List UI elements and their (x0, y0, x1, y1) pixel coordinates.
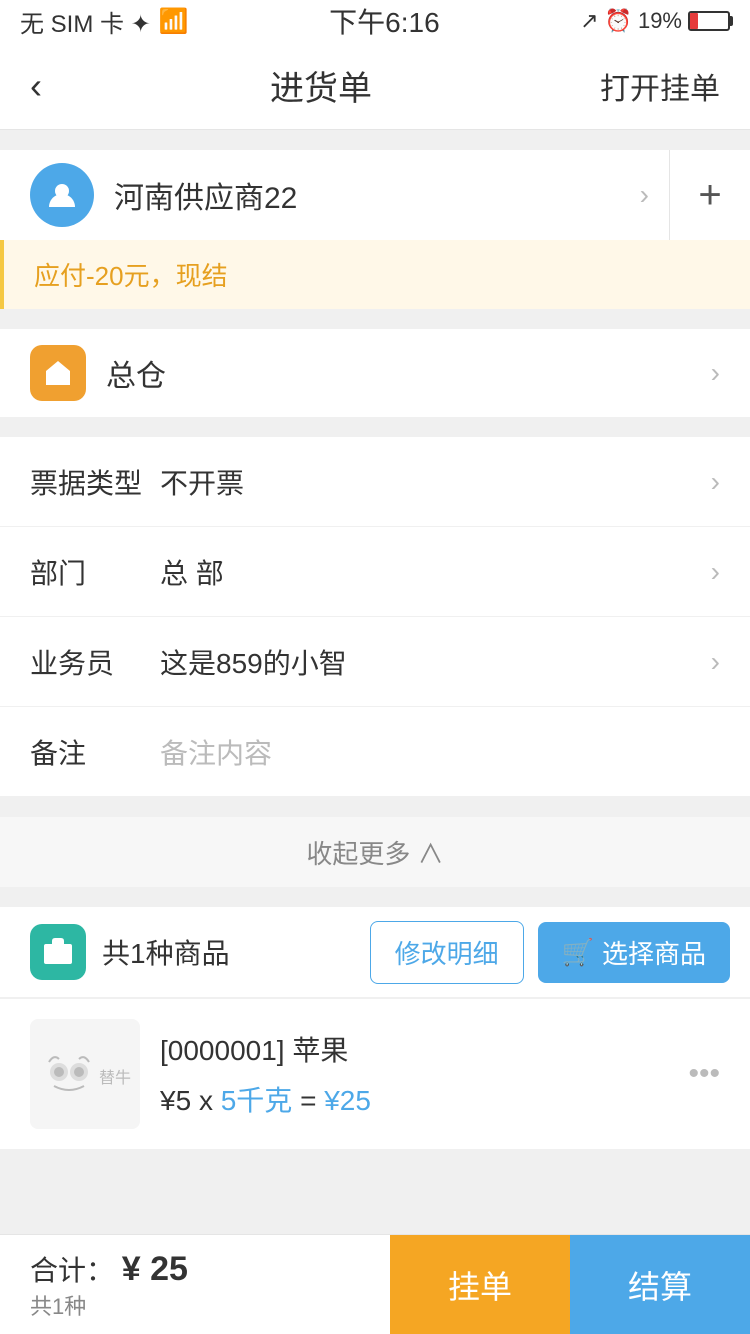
select-product-label: 选择商品 (602, 934, 706, 971)
invoice-type-chevron-icon: › (711, 466, 720, 498)
checkout-button[interactable]: 结算 (570, 1235, 750, 1334)
products-header: 共1种商品 修改明细 🛒 选择商品 (0, 907, 750, 997)
equals-sign: = (300, 1085, 324, 1116)
product-quantity: 5千克 (221, 1085, 293, 1116)
status-left: 无 SIM 卡 ✦ 📶 (20, 4, 189, 39)
supplier-chevron-icon: › (640, 179, 649, 211)
status-time: 下午6:16 (329, 1, 440, 41)
edit-detail-button[interactable]: 修改明细 (370, 921, 524, 984)
nav-bar: ‹ 进货单 打开挂单 (0, 42, 750, 130)
bottom-summary: 合计： ¥ 25 共1种 (0, 1235, 390, 1334)
total-amount: 合计： ¥ 25 (30, 1249, 360, 1289)
warehouse-row[interactable]: 总仓 › (0, 329, 750, 417)
remark-label: 备注 (30, 732, 160, 772)
open-hang-button[interactable]: 打开挂单 (600, 64, 720, 108)
alarm-icon: ⏰ (605, 8, 632, 34)
product-name: [0000001] 苹果 (160, 1029, 678, 1069)
back-button[interactable]: ‹ (30, 65, 42, 107)
total-label: 合计： (30, 1255, 114, 1286)
form-section: 票据类型 不开票 › 部门 总 部 › 业务员 这是859的小智 › 备注 备注… (0, 437, 750, 797)
invoice-type-label: 票据类型 (30, 462, 160, 502)
supplier-avatar (30, 163, 94, 227)
product-unit-price: ¥5 (160, 1085, 191, 1116)
product-more-button[interactable]: ••• (678, 1047, 730, 1101)
collapse-label: 收起更多 ∧ (306, 834, 443, 871)
total-value: ¥ 25 (122, 1250, 188, 1288)
multiply-sign: x (199, 1085, 221, 1116)
department-row[interactable]: 部门 总 部 › (0, 527, 750, 617)
product-thumbnail: 替牛 (30, 1019, 140, 1129)
invoice-type-value: 不开票 (160, 462, 711, 502)
supplier-name: 河南供应商22 (114, 173, 640, 217)
department-chevron-icon: › (711, 556, 720, 588)
supplier-selector[interactable]: 河南供应商22 › (0, 150, 670, 240)
product-info: [0000001] 苹果 ¥5 x 5千克 = ¥25 (160, 1029, 678, 1119)
salesperson-label: 业务员 (30, 642, 160, 682)
cart-icon: 🛒 (562, 937, 594, 968)
status-right: ↗ ⏰ 19% (580, 8, 730, 34)
product-total: ¥25 (324, 1085, 371, 1116)
warehouse-name: 总仓 (106, 351, 711, 395)
battery-percent: 19% (638, 8, 682, 34)
invoice-type-row[interactable]: 票据类型 不开票 › (0, 437, 750, 527)
bottom-bar: 合计： ¥ 25 共1种 挂单 结算 (0, 1234, 750, 1334)
battery-icon (688, 11, 730, 31)
page-title: 进货单 (270, 61, 372, 110)
sim-label: 无 SIM 卡 ✦ (20, 4, 151, 39)
notice-bar: 应付-20元，现结 (0, 240, 750, 309)
salesperson-row[interactable]: 业务员 这是859的小智 › (0, 617, 750, 707)
location-icon: ↗ (580, 8, 598, 34)
supplier-section: 河南供应商22 › + (0, 150, 750, 240)
salesperson-value: 这是859的小智 (160, 642, 711, 682)
select-product-button[interactable]: 🛒 选择商品 (538, 922, 730, 983)
warehouse-section: 总仓 › (0, 329, 750, 417)
add-supplier-button[interactable]: + (670, 150, 750, 240)
department-value: 总 部 (160, 552, 711, 592)
item-count: 共1种 (30, 1289, 360, 1321)
products-icon (30, 924, 86, 980)
hang-order-button[interactable]: 挂单 (390, 1235, 570, 1334)
product-item: 替牛 [0000001] 苹果 ¥5 x 5千克 = ¥25 ••• (0, 999, 750, 1149)
warehouse-chevron-icon: › (711, 357, 720, 389)
collapse-row[interactable]: 收起更多 ∧ (0, 817, 750, 887)
status-bar: 无 SIM 卡 ✦ 📶 下午6:16 ↗ ⏰ 19% (0, 0, 750, 42)
product-price: ¥5 x 5千克 = ¥25 (160, 1079, 678, 1119)
products-count-label: 共1种商品 (102, 932, 370, 972)
remark-row[interactable]: 备注 备注内容 (0, 707, 750, 797)
salesperson-chevron-icon: › (711, 646, 720, 678)
department-label: 部门 (30, 552, 160, 592)
wifi-icon: 📶 (159, 7, 189, 36)
remark-input[interactable]: 备注内容 (160, 732, 720, 772)
warehouse-icon (30, 345, 86, 401)
